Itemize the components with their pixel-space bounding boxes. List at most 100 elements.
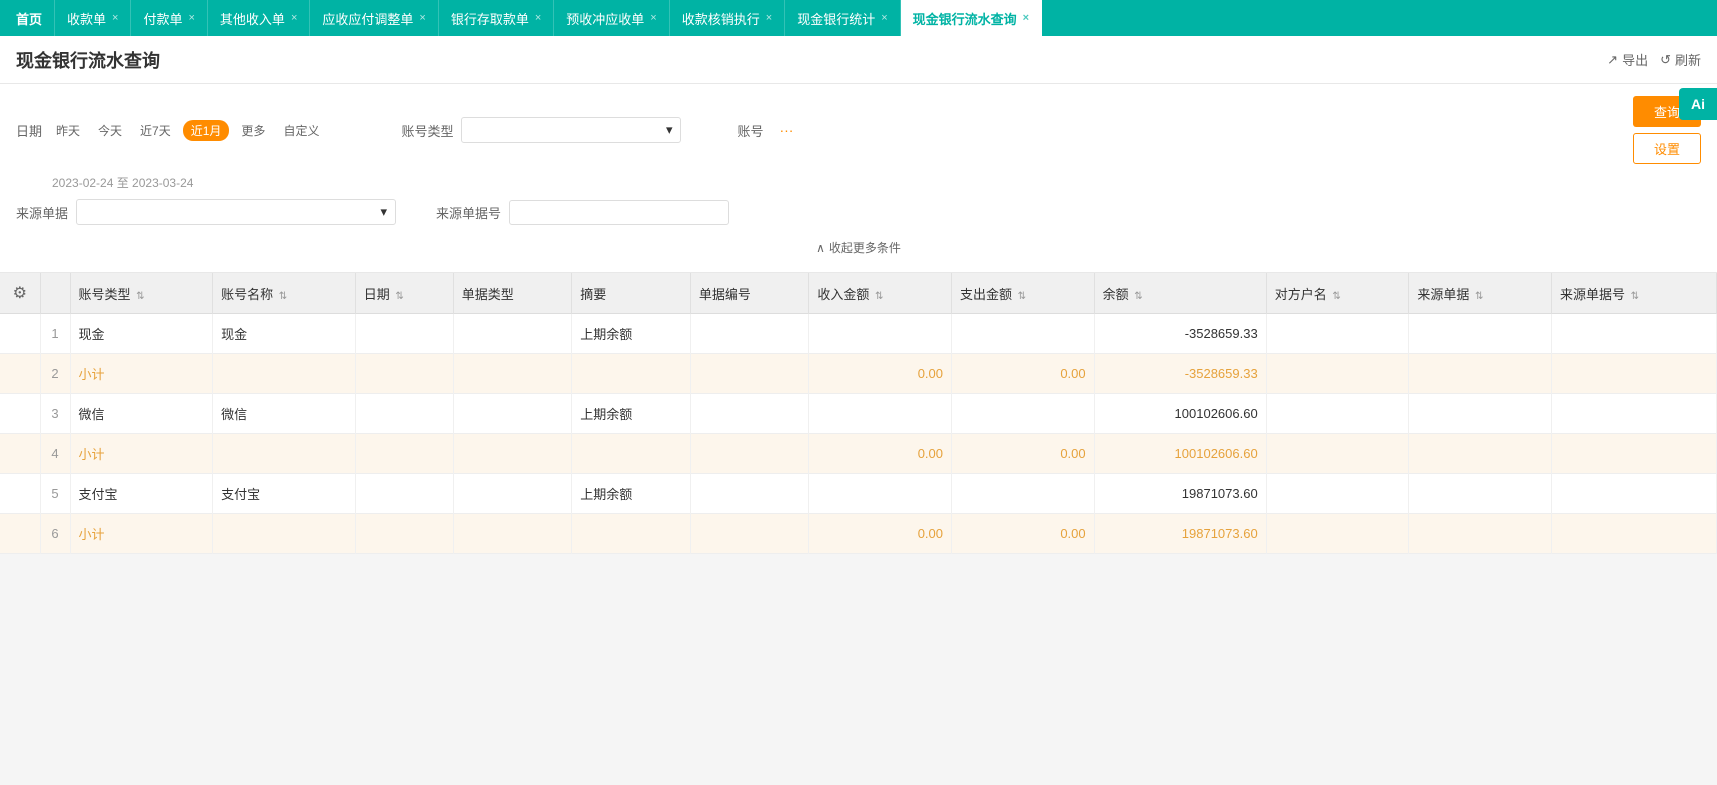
- table-body: 1现金现金上期余额-3528659.332小计0.000.00-3528659.…: [0, 314, 1717, 554]
- nav-item-receipt-writeoff[interactable]: 收款核销执行 ×: [670, 0, 785, 36]
- source-doc-num-input[interactable]: [509, 200, 729, 225]
- col-balance[interactable]: 余额 ⇅: [1094, 273, 1266, 314]
- col-date[interactable]: 日期 ⇅: [355, 273, 453, 314]
- table-cell: 上期余额: [572, 314, 691, 354]
- table-cell: 0.00: [809, 434, 952, 474]
- table-cell: 5: [40, 474, 70, 514]
- sort-source-doc-num-icon: ⇅: [1631, 291, 1639, 302]
- table-cell: 4: [40, 434, 70, 474]
- nav-item-prepay-offset[interactable]: 预收冲应收单 ×: [554, 0, 669, 36]
- date-btn-yesterday[interactable]: 昨天: [50, 120, 86, 141]
- nav-item-bank-deposit[interactable]: 银行存取款单 ×: [439, 0, 554, 36]
- table-row[interactable]: 3微信微信上期余额100102606.60: [0, 394, 1717, 434]
- refresh-button[interactable]: ↺ 刷新: [1660, 50, 1701, 69]
- table-cell: 小计: [70, 434, 213, 474]
- sort-balance-icon: ⇅: [1134, 291, 1142, 302]
- table-cell: [355, 354, 453, 394]
- close-receipt-icon[interactable]: ×: [112, 12, 118, 24]
- col-summary: 摘要: [572, 273, 691, 314]
- refresh-icon: ↺: [1660, 52, 1671, 68]
- table-cell: 3: [40, 394, 70, 434]
- account-type-filter-group: 账号类型 ▾: [401, 117, 681, 143]
- nav-item-payment[interactable]: 付款单 ×: [131, 0, 207, 36]
- page-title: 现金银行流水查询: [16, 47, 160, 73]
- close-ar-ap-icon[interactable]: ×: [419, 12, 425, 24]
- refresh-label: 刷新: [1675, 50, 1701, 69]
- table-cell: [1266, 394, 1409, 434]
- close-cash-stat-icon[interactable]: ×: [881, 12, 887, 24]
- page-header: 现金银行流水查询 ↗ 导出 ↺ 刷新: [0, 36, 1717, 84]
- col-settings[interactable]: ⚙: [0, 273, 40, 314]
- table-cell: [355, 474, 453, 514]
- col-account-type[interactable]: 账号类型 ⇅: [70, 273, 213, 314]
- close-bank-deposit-icon[interactable]: ×: [535, 12, 541, 24]
- table-cell: [0, 314, 40, 354]
- col-source-doc-num[interactable]: 来源单据号 ⇅: [1551, 273, 1716, 314]
- col-counterparty[interactable]: 对方户名 ⇅: [1266, 273, 1409, 314]
- table-cell: 19871073.60: [1094, 474, 1266, 514]
- close-prepay-icon[interactable]: ×: [650, 12, 656, 24]
- table-cell: [1409, 314, 1552, 354]
- table-cell: 1: [40, 314, 70, 354]
- col-expense[interactable]: 支出金额 ⇅: [952, 273, 1095, 314]
- table-row[interactable]: 1现金现金上期余额-3528659.33: [0, 314, 1717, 354]
- account-filter-group: 账号 ···: [737, 118, 801, 142]
- date-btn-custom[interactable]: 自定义: [277, 120, 325, 141]
- table-cell: [453, 474, 572, 514]
- nav-writeoff-label: 收款核销执行: [682, 9, 760, 28]
- date-btn-today[interactable]: 今天: [92, 120, 128, 141]
- table-cell: 0.00: [952, 514, 1095, 554]
- account-ellipsis-button[interactable]: ···: [771, 118, 801, 142]
- col-income[interactable]: 收入金额 ⇅: [809, 273, 952, 314]
- table-cell: 小计: [70, 514, 213, 554]
- table-settings-icon[interactable]: ⚙: [13, 285, 27, 302]
- table-cell: [690, 474, 809, 514]
- date-btn-more[interactable]: 更多: [235, 120, 271, 141]
- table-cell: [355, 394, 453, 434]
- close-other-income-icon[interactable]: ×: [291, 12, 297, 24]
- nav-item-cash-flow[interactable]: 现金银行流水查询 ×: [901, 0, 1042, 36]
- date-filter-group: 日期 昨天 今天 近7天 近1月 更多 自定义: [16, 120, 325, 141]
- nav-item-cash-stat[interactable]: 现金银行统计 ×: [785, 0, 900, 36]
- export-button[interactable]: ↗ 导出: [1607, 50, 1648, 69]
- table-cell: 支付宝: [70, 474, 213, 514]
- table-cell: 0.00: [809, 514, 952, 554]
- table-cell: [1409, 394, 1552, 434]
- table-cell: [0, 354, 40, 394]
- table-cell: [572, 354, 691, 394]
- settings-button[interactable]: 设置: [1633, 133, 1701, 164]
- table-cell: [1266, 314, 1409, 354]
- table-cell: 6: [40, 514, 70, 554]
- close-writeoff-icon[interactable]: ×: [766, 12, 772, 24]
- nav-item-receipt[interactable]: 收款单 ×: [55, 0, 131, 36]
- date-btn-7days[interactable]: 近7天: [134, 120, 177, 141]
- table-row[interactable]: 5支付宝支付宝上期余额19871073.60: [0, 474, 1717, 514]
- table-row[interactable]: 4小计0.000.00100102606.60: [0, 434, 1717, 474]
- date-range-display: 2023-02-24 至 2023-03-24: [48, 174, 1701, 191]
- table-cell: 0.00: [809, 354, 952, 394]
- table-cell: [453, 434, 572, 474]
- table-row[interactable]: 2小计0.000.00-3528659.33: [0, 354, 1717, 394]
- table-cell: 现金: [213, 314, 356, 354]
- close-cash-flow-icon[interactable]: ×: [1023, 12, 1029, 24]
- source-doc-select[interactable]: ▾: [76, 199, 396, 225]
- close-payment-icon[interactable]: ×: [188, 12, 194, 24]
- table-cell: [453, 314, 572, 354]
- nav-item-ar-ap-adjust[interactable]: 应收应付调整单 ×: [310, 0, 438, 36]
- table-cell: [355, 514, 453, 554]
- col-source-doc[interactable]: 来源单据 ⇅: [1409, 273, 1552, 314]
- table-cell: 19871073.60: [1094, 514, 1266, 554]
- account-type-select[interactable]: ▾: [461, 117, 681, 143]
- col-account-name[interactable]: 账号名称 ⇅: [213, 273, 356, 314]
- source-doc-num-label: 来源单据号: [436, 203, 501, 222]
- collapse-chevron-icon: ∧: [816, 241, 825, 255]
- ai-badge[interactable]: Ai: [1679, 88, 1717, 120]
- collapse-bar[interactable]: ∧ 收起更多条件: [16, 235, 1701, 260]
- sort-expense-icon: ⇅: [1018, 291, 1026, 302]
- col-doc-type: 单据类型: [453, 273, 572, 314]
- table-row[interactable]: 6小计0.000.0019871073.60: [0, 514, 1717, 554]
- nav-item-other-income[interactable]: 其他收入单 ×: [208, 0, 310, 36]
- table-cell: [213, 434, 356, 474]
- date-btn-1month[interactable]: 近1月: [183, 120, 230, 141]
- nav-item-home[interactable]: 首页: [4, 0, 55, 36]
